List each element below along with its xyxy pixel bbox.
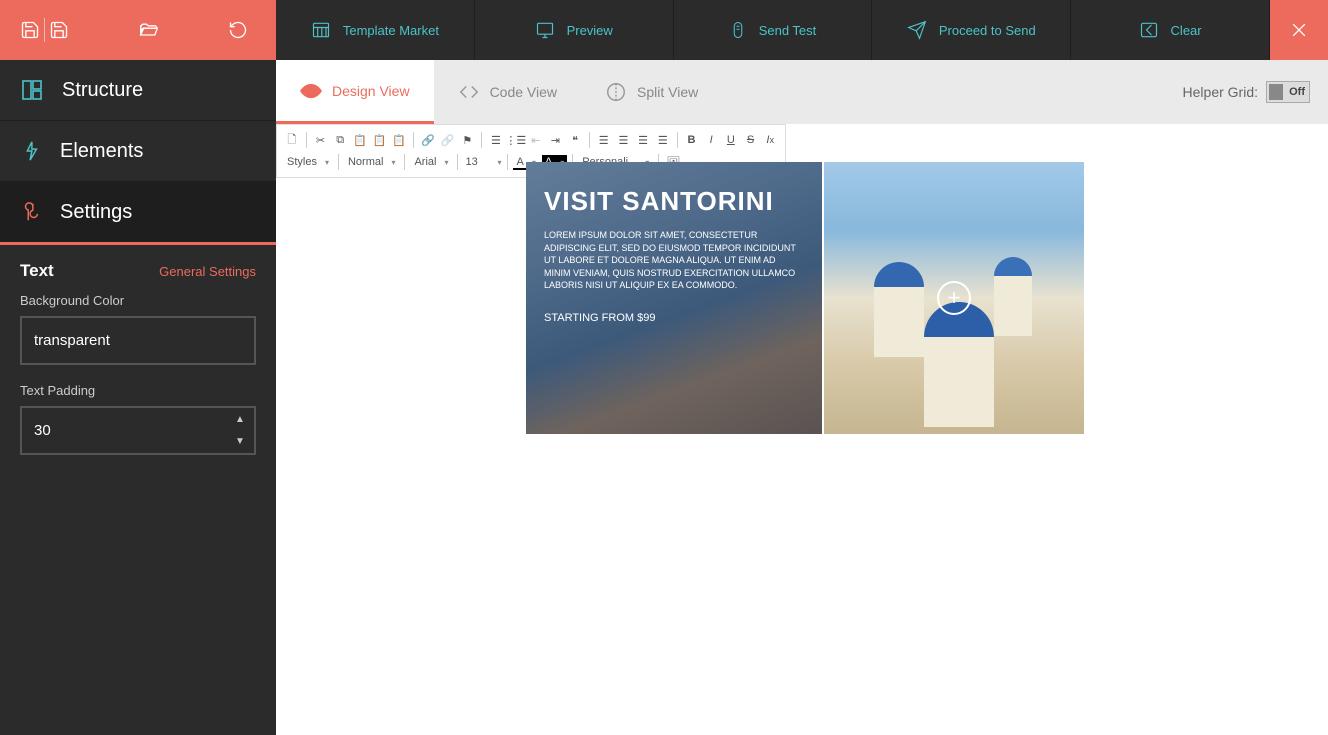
align-left-icon[interactable]: ☰ — [595, 131, 613, 149]
tab-code-view[interactable]: Code View — [434, 60, 581, 124]
anchor-icon[interactable]: ⚑ — [458, 131, 476, 149]
settings-panel: Text General Settings Background Color T… — [0, 245, 276, 489]
font-size-input[interactable] — [463, 154, 491, 170]
unlink-icon[interactable]: 🔗 — [439, 131, 457, 149]
add-content-icon[interactable]: + — [937, 281, 971, 315]
indent-icon[interactable]: ⇥ — [547, 131, 565, 149]
underline-icon[interactable]: U — [722, 131, 740, 149]
tab-split-label: Split View — [637, 84, 698, 100]
tab-design-view[interactable]: Design View — [276, 60, 434, 124]
align-center-icon[interactable]: ☰ — [615, 131, 633, 149]
view-tabs: Design View Code View Split View Helper … — [276, 60, 1328, 124]
paste-text-icon[interactable]: 📋 — [371, 131, 389, 149]
spinner-down-icon[interactable]: ▼ — [226, 431, 254, 454]
image-block[interactable]: + — [824, 162, 1084, 434]
proceed-button[interactable]: Proceed to Send — [872, 0, 1071, 60]
save-as-icon[interactable] — [49, 15, 69, 45]
helper-grid-toggle[interactable]: Off — [1266, 81, 1310, 103]
undo-icon[interactable] — [228, 15, 248, 45]
padding-input[interactable] — [20, 406, 256, 455]
bold-icon[interactable]: B — [683, 131, 701, 149]
link-icon[interactable]: 🔗 — [419, 131, 437, 149]
blockquote-icon[interactable]: ❝ — [566, 131, 584, 149]
sidebar-item-structure[interactable]: Structure — [0, 60, 276, 121]
preview-button[interactable]: Preview — [475, 0, 674, 60]
close-button[interactable] — [1270, 0, 1328, 60]
styles-select[interactable]: Styles — [283, 154, 333, 170]
template-market-label: Template Market — [343, 23, 439, 38]
clear-button[interactable]: Clear — [1071, 0, 1270, 60]
send-test-button[interactable]: Send Test — [674, 0, 873, 60]
tab-design-label: Design View — [332, 83, 410, 99]
bullet-list-icon[interactable]: ⋮☰ — [507, 131, 525, 149]
text-block[interactable]: VISIT SANTORINI LOREM IPSUM DOLOR SIT AM… — [526, 162, 822, 434]
paste-word-icon[interactable]: 📋 — [390, 131, 408, 149]
helper-grid-state: Off — [1289, 86, 1305, 98]
align-justify-icon[interactable]: ☰ — [654, 131, 672, 149]
content-area: Design View Code View Split View Helper … — [276, 60, 1328, 735]
open-folder-icon[interactable] — [138, 15, 160, 45]
italic-icon[interactable]: I — [702, 131, 720, 149]
paste-icon[interactable]: 📋 — [351, 131, 369, 149]
send-test-label: Send Test — [759, 23, 817, 38]
tab-split-view[interactable]: Split View — [581, 60, 722, 124]
preview-label: Preview — [567, 23, 613, 38]
bg-color-input[interactable] — [20, 316, 256, 365]
settings-title: Text — [20, 261, 54, 281]
new-doc-icon[interactable]: 🗋 — [283, 131, 301, 149]
canvas-heading: VISIT SANTORINI — [544, 186, 804, 217]
spinner-up-icon[interactable]: ▲ — [226, 408, 254, 431]
helper-grid-control: Helper Grid: Off — [1183, 81, 1328, 103]
sidebar-structure-label: Structure — [62, 79, 143, 102]
numbered-list-icon[interactable]: ☰ — [487, 131, 505, 149]
general-settings-link[interactable]: General Settings — [159, 264, 256, 279]
save-icon[interactable] — [20, 15, 40, 45]
strike-icon[interactable]: S — [742, 131, 760, 149]
cut-icon[interactable]: ✂ — [312, 131, 330, 149]
sidebar-settings-label: Settings — [60, 201, 132, 224]
format-select[interactable]: Normal — [344, 154, 399, 170]
font-select[interactable]: Arial — [410, 154, 452, 170]
sidebar-item-elements[interactable]: Elements — [0, 121, 276, 182]
sidebar: Structure Elements Settings Text General… — [0, 60, 276, 735]
clear-label: Clear — [1171, 23, 1202, 38]
canvas-area: 🗋 ✂ ⧉ 📋 📋 📋 🔗 🔗 ⚑ ☰ ⋮☰ ⇤ ⇥ ❝ — [276, 124, 1328, 735]
email-canvas[interactable]: VISIT SANTORINI LOREM IPSUM DOLOR SIT AM… — [526, 162, 1084, 434]
canvas-price: STARTING FROM $99 — [544, 312, 804, 324]
sidebar-item-settings[interactable]: Settings — [0, 182, 276, 245]
helper-grid-label: Helper Grid: — [1183, 84, 1258, 100]
copy-icon[interactable]: ⧉ — [331, 131, 349, 149]
bg-color-label: Background Color — [20, 293, 256, 308]
padding-label: Text Padding — [20, 383, 256, 398]
sidebar-elements-label: Elements — [60, 140, 143, 163]
divider — [44, 18, 45, 42]
template-market-button[interactable]: Template Market — [276, 0, 475, 60]
proceed-label: Proceed to Send — [939, 23, 1036, 38]
remove-format-icon[interactable]: Ix — [761, 131, 779, 149]
tab-code-label: Code View — [490, 84, 557, 100]
align-right-icon[interactable]: ☰ — [634, 131, 652, 149]
font-size-stepper[interactable] — [493, 158, 501, 167]
canvas-body: LOREM IPSUM DOLOR SIT AMET, CONSECTETUR … — [544, 229, 804, 292]
topbar-left-actions — [0, 0, 276, 60]
outdent-icon[interactable]: ⇤ — [527, 131, 545, 149]
topbar-nav: Template Market Preview Send Test Procee… — [276, 0, 1328, 60]
